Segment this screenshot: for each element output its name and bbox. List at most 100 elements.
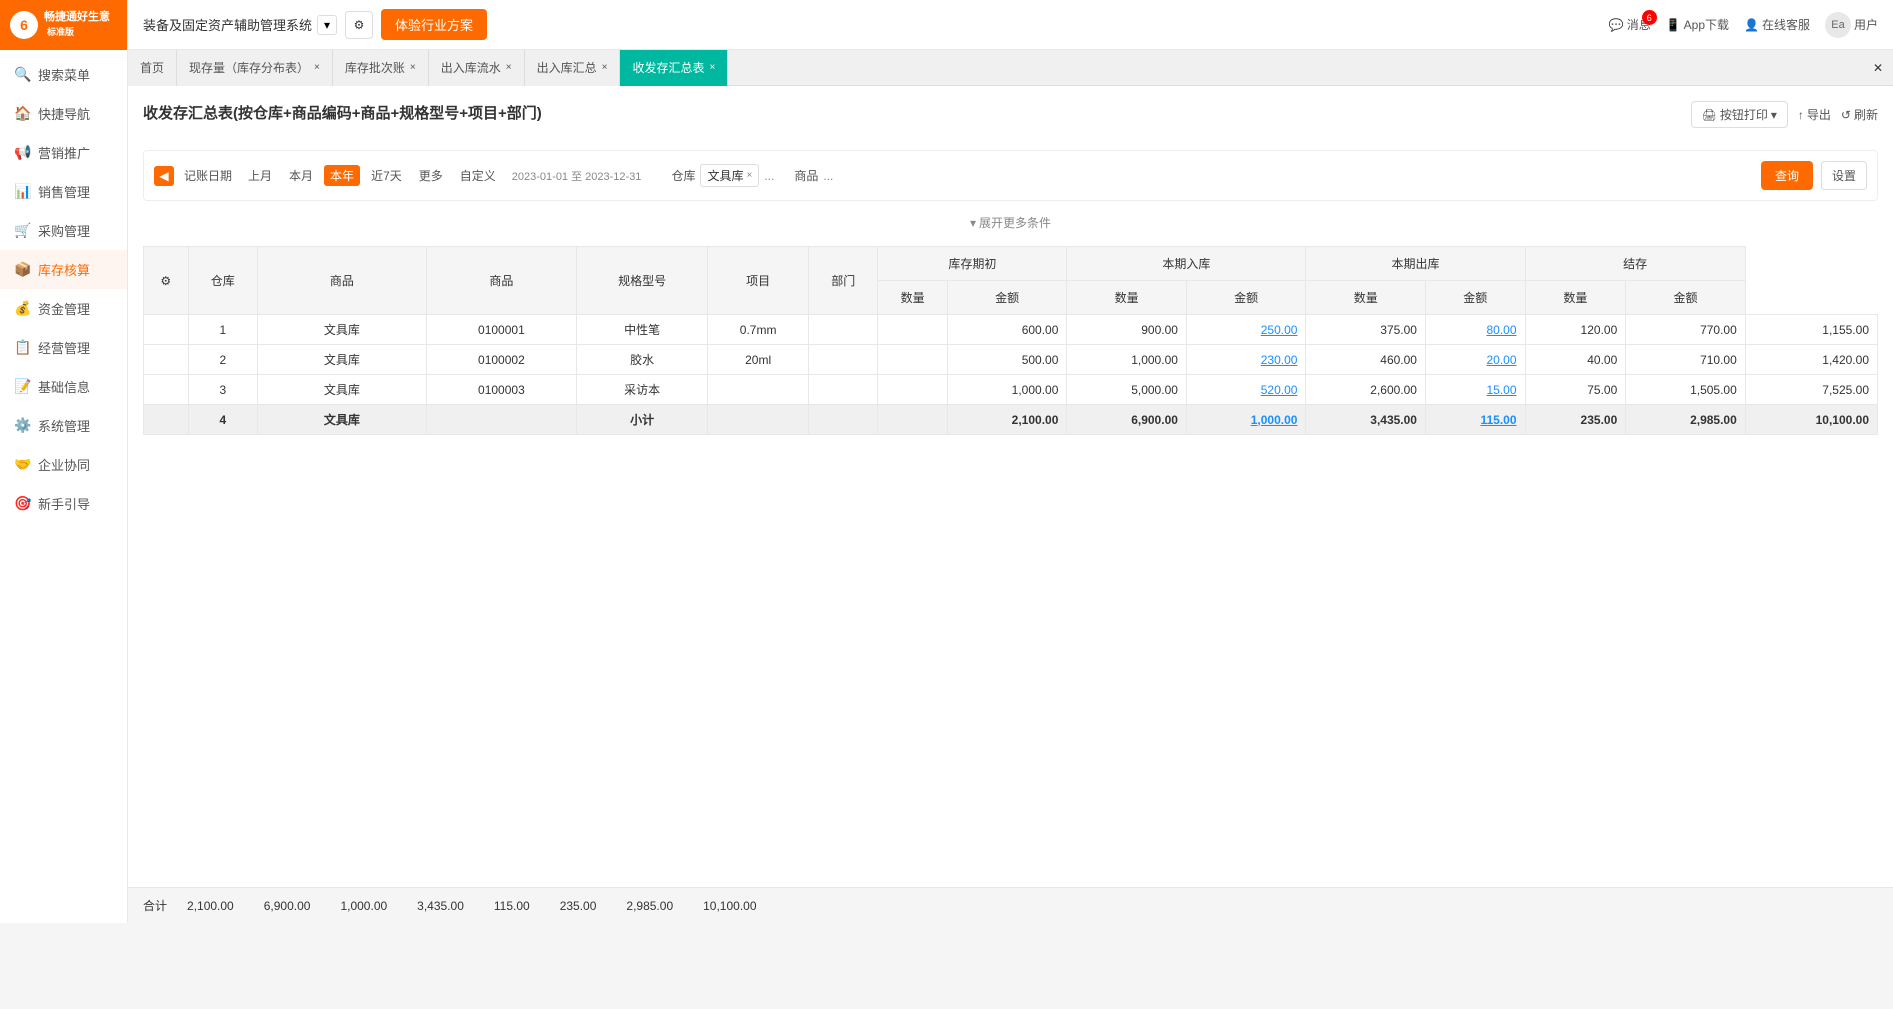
set-btn[interactable]: 设置 — [1821, 161, 1867, 190]
row-in-amt: 2,600.00 — [1306, 375, 1426, 405]
row-name: 胶水 — [576, 345, 707, 375]
trial-btn[interactable]: 体验行业方案 — [381, 9, 487, 40]
row-out-amt: 40.00 — [1525, 345, 1626, 375]
date-btn-this-month[interactable]: 本月 — [283, 165, 319, 186]
row-project — [808, 405, 877, 435]
sidebar-item-collab[interactable]: 🤝 企业协同 — [0, 445, 127, 484]
row-out-qty[interactable]: 20.00 — [1425, 345, 1525, 375]
tab-home[interactable]: 首页 — [128, 50, 177, 86]
sidebar-item-operation[interactable]: 📋 经营管理 — [0, 328, 127, 367]
operation-icon: 📋 — [14, 339, 32, 357]
tab-batch-close[interactable]: × — [410, 62, 416, 73]
th-group-open: 库存期初 — [878, 247, 1067, 281]
tab-recv-summary[interactable]: 收发存汇总表 × — [620, 50, 728, 86]
date-btn-more[interactable]: 更多 — [413, 165, 449, 186]
date-btn-custom[interactable]: 自定义 — [454, 165, 502, 186]
guide-icon: 🎯 — [14, 495, 32, 513]
sidebar-item-system[interactable]: ⚙️ 系统管理 — [0, 406, 127, 445]
row-in-qty[interactable]: 520.00 — [1186, 375, 1306, 405]
sidebar-item-inventory[interactable]: 📦 库存核算 — [0, 250, 127, 289]
tab-batch[interactable]: 库存批次账 × — [333, 50, 429, 86]
row-warehouse: 文具库 — [258, 405, 427, 435]
logo-icon: 6 — [10, 11, 38, 39]
th-out-qty: 数量 — [1306, 281, 1426, 315]
tab-inout-summary[interactable]: 出入库汇总 × — [525, 50, 621, 86]
sidebar-item-label: 经营管理 — [38, 338, 90, 357]
row-in-qty[interactable]: 230.00 — [1186, 345, 1306, 375]
row-dept — [878, 375, 947, 405]
tabbar: 首页 现存量（库存分布表） × 库存批次账 × 出入库流水 × 出入库汇总 × … — [128, 50, 1893, 86]
print-btn[interactable]: 🖨 按钮打印 ▾ — [1691, 101, 1788, 128]
row-name: 采访本 — [576, 375, 707, 405]
row-settings — [144, 315, 189, 345]
sales-icon: 📊 — [14, 183, 32, 201]
sidebar-item-label: 新手引导 — [38, 494, 90, 513]
warehouse-more-btn[interactable]: ... — [764, 169, 774, 183]
row-in-qty[interactable]: 1,000.00 — [1186, 405, 1306, 435]
sidebar-item-search[interactable]: 🔍 搜索菜单 — [0, 55, 127, 94]
sidebar-item-label: 基础信息 — [38, 377, 90, 396]
date-btn-last-month[interactable]: 上月 — [242, 165, 278, 186]
filter-toggle-btn[interactable]: ◀ — [154, 166, 174, 186]
sidebar-item-purchase[interactable]: 🛒 采购管理 — [0, 211, 127, 250]
tab-close-all[interactable]: ✕ — [1863, 61, 1893, 75]
row-in-qty[interactable]: 250.00 — [1186, 315, 1306, 345]
warehouse-tag-close[interactable]: × — [746, 170, 752, 181]
row-out-qty[interactable]: 115.00 — [1425, 405, 1525, 435]
row-bal-qty: 1,505.00 — [1626, 375, 1746, 405]
tab-inventory-dist-close[interactable]: × — [314, 62, 320, 73]
user-btn[interactable]: Ea 用户 — [1825, 12, 1878, 38]
tab-inventory-dist[interactable]: 现存量（库存分布表） × — [177, 50, 333, 86]
sidebar-item-label: 营销推广 — [38, 143, 90, 162]
sidebar-item-marketing[interactable]: 📢 营销推广 — [0, 133, 127, 172]
row-spec — [708, 405, 809, 435]
refresh-btn[interactable]: ↺ 刷新 — [1841, 106, 1878, 123]
row-open-amt: 1,000.00 — [1067, 345, 1187, 375]
page-title: 收发存汇总表(按仓库+商品编码+商品+规格型号+项目+部门) — [143, 102, 542, 123]
settings-btn[interactable]: ⚙ — [345, 11, 373, 39]
th-group-in: 本期入库 — [1067, 247, 1306, 281]
query-btn[interactable]: 查询 — [1761, 161, 1813, 190]
message-btn[interactable]: 💬 消息 6 — [1609, 16, 1651, 33]
tab-recv-summary-close[interactable]: × — [709, 62, 715, 73]
row-out-qty[interactable]: 80.00 — [1425, 315, 1525, 345]
sidebar-item-guide[interactable]: 🎯 新手引导 — [0, 484, 127, 523]
sidebar-item-quick-nav[interactable]: 🏠 快捷导航 — [0, 94, 127, 133]
system-dropdown[interactable]: ▾ — [317, 15, 337, 35]
row-open-amt: 6,900.00 — [1067, 405, 1187, 435]
date-btn-7days[interactable]: 近7天 — [365, 165, 408, 186]
filter-bar: ◀ 记账日期 上月 本月 本年 近7天 更多 自定义 2023-01-01 至 … — [143, 150, 1878, 201]
online-service-btn[interactable]: 👤 在线客服 — [1744, 16, 1810, 33]
export-btn[interactable]: ↑ 导出 — [1798, 106, 1831, 123]
sidebar-item-base[interactable]: 📝 基础信息 — [0, 367, 127, 406]
row-out-qty[interactable]: 15.00 — [1425, 375, 1525, 405]
sidebar-item-sales[interactable]: 📊 销售管理 — [0, 172, 127, 211]
th-spec: 规格型号 — [576, 247, 707, 315]
sidebar-item-label: 搜索菜单 — [38, 65, 90, 84]
row-bal-amt: 10,100.00 — [1745, 405, 1877, 435]
tab-home-label: 首页 — [140, 59, 164, 76]
expand-btn[interactable]: ▾ 展开更多条件 — [970, 214, 1051, 231]
row-code — [426, 405, 576, 435]
system-icon: ⚙️ — [14, 417, 32, 435]
th-settings[interactable]: ⚙ — [144, 247, 189, 315]
row-bal-amt: 1,155.00 — [1745, 315, 1877, 345]
row-idx: 1 — [188, 315, 257, 345]
row-project — [808, 375, 877, 405]
row-spec: 20ml — [708, 345, 809, 375]
row-code: 0100002 — [426, 345, 576, 375]
message-badge: 6 — [1642, 10, 1657, 25]
row-spec — [708, 375, 809, 405]
expand-row: ▾ 展开更多条件 — [143, 209, 1878, 236]
base-icon: 📝 — [14, 378, 32, 396]
date-btn-this-year[interactable]: 本年 — [324, 165, 360, 186]
sidebar-item-finance[interactable]: 💰 资金管理 — [0, 289, 127, 328]
tab-inout-summary-close[interactable]: × — [602, 62, 608, 73]
row-code: 0100001 — [426, 315, 576, 345]
goods-more-btn[interactable]: ... — [823, 169, 833, 183]
footer-bal-qty: 2,985.00 — [626, 899, 673, 913]
tab-inout-flow[interactable]: 出入库流水 × — [429, 50, 525, 86]
chevron-down-icon: ▾ — [970, 216, 976, 230]
tab-inout-flow-close[interactable]: × — [506, 62, 512, 73]
app-download-btn[interactable]: 📱 App下载 — [1666, 16, 1729, 33]
